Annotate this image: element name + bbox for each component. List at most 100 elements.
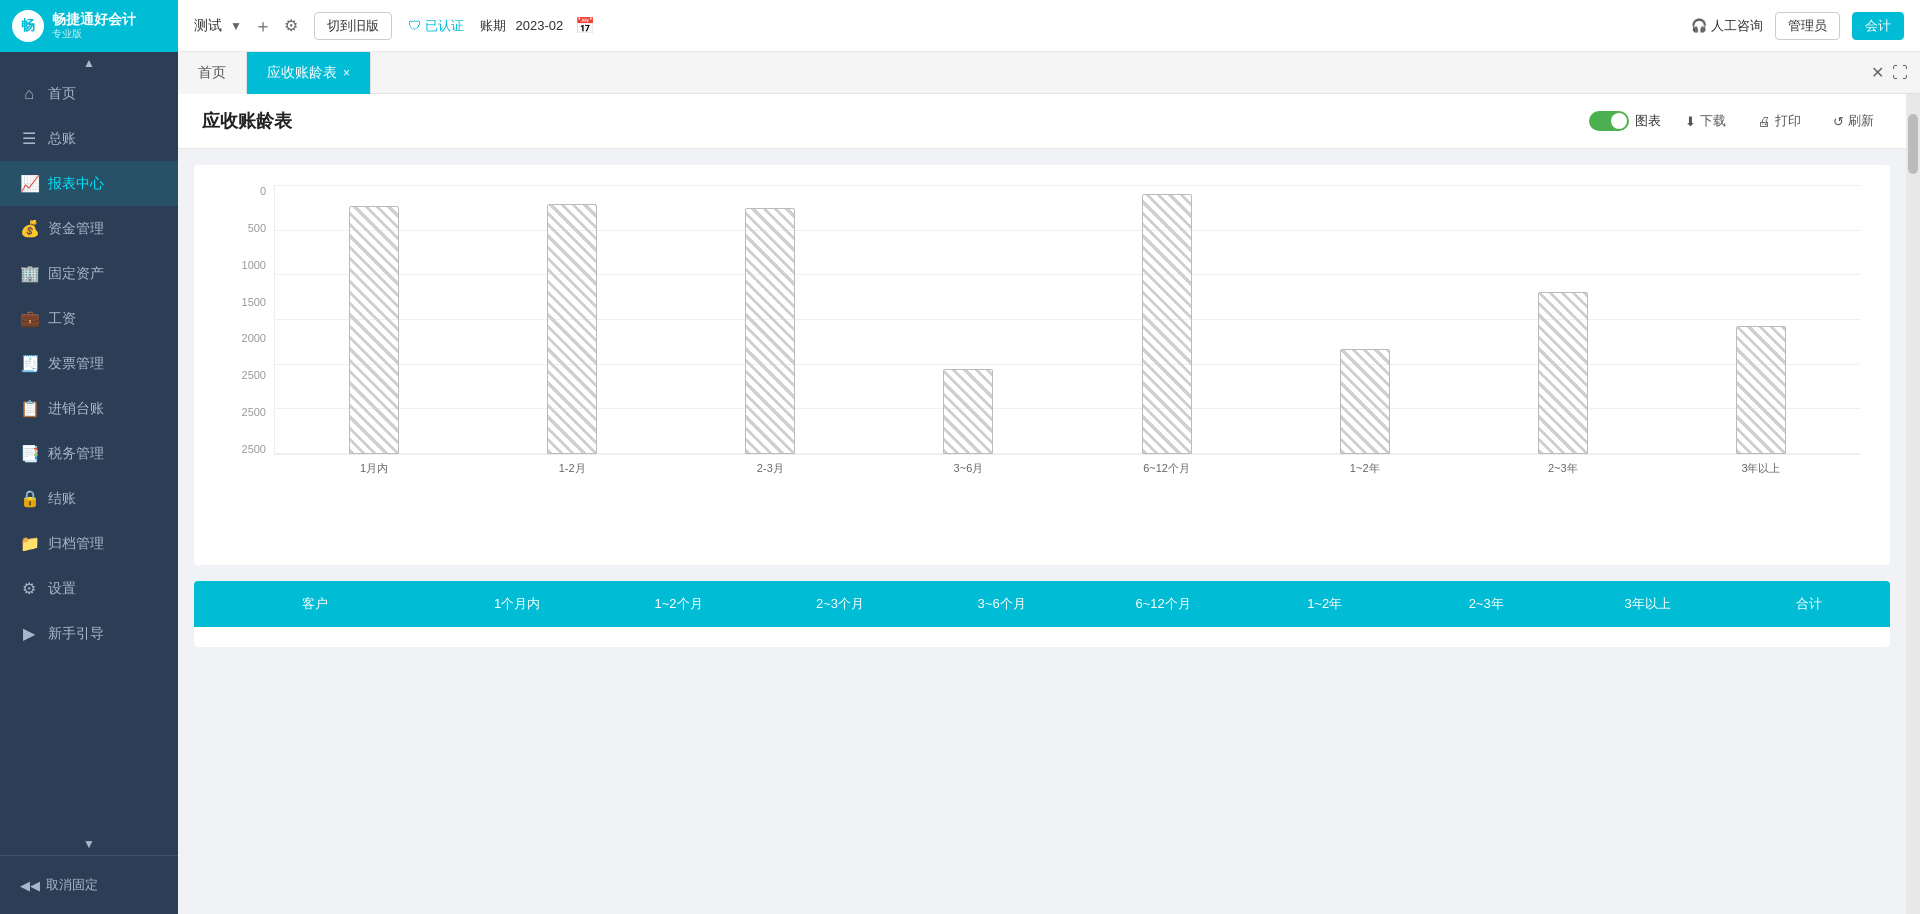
close-tab-action-icon[interactable]: ✕ <box>1871 63 1884 82</box>
sidebar-item-guide[interactable]: ▶ 新手引导 <box>0 611 178 656</box>
table-container: 客户 1个月内 1~2个月 2~3个月 3~6个月 6~12个月 1~2年 2~… <box>194 581 1890 647</box>
toggle-track[interactable] <box>1589 111 1629 131</box>
th-3plus-years: 3年以上 <box>1567 581 1729 627</box>
bar-6-12months <box>1142 194 1192 454</box>
sidebar-nav: ⌂ 首页 ☰ 总账 📈 报表中心 💰 资金管理 🏢 固定资产 💼 工资 🧾 发票… <box>0 72 178 835</box>
expand-tab-action-icon[interactable]: ⛶ <box>1892 64 1908 82</box>
scroll-down-arrow[interactable]: ▼ <box>83 837 95 851</box>
sidebar-item-assets[interactable]: 🏢 固定资产 <box>0 251 178 296</box>
sidebar-item-label: 归档管理 <box>48 535 104 553</box>
trade-icon: 📋 <box>20 399 38 418</box>
shield-icon: 🛡 <box>408 18 421 33</box>
consult-button[interactable]: 🎧 人工咨询 <box>1691 17 1763 35</box>
chart-container: 2500 2500 2500 2000 1500 1000 500 0 <box>194 165 1890 565</box>
sidebar-bottom: ◀◀ 取消固定 <box>0 855 178 914</box>
certified-badge: 🛡 已认证 <box>408 17 464 35</box>
assets-icon: 🏢 <box>20 264 38 283</box>
accountant-role-button[interactable]: 会计 <box>1852 12 1904 40</box>
bar-label-3plus-years: 3年以上 <box>1741 461 1780 476</box>
company-settings-icon[interactable]: ⚙ <box>284 16 298 35</box>
tab-home[interactable]: 首页 <box>178 52 247 94</box>
y-label-2500b: 2500 <box>224 443 274 455</box>
bar-label-3-6months: 3~6月 <box>954 461 984 476</box>
y-label-2500c: 2500 <box>224 369 274 381</box>
sidebar-item-settings[interactable]: ⚙ 设置 <box>0 566 178 611</box>
chart-y-axis: 2500 2500 2500 2000 1500 1000 500 0 <box>224 185 274 455</box>
bar-group-6-12months: 6~12个月 <box>1142 194 1192 454</box>
sidebar-item-ledger[interactable]: ☰ 总账 <box>0 116 178 161</box>
th-6-12months: 6~12个月 <box>1082 581 1244 627</box>
sidebar-item-wages[interactable]: 💼 工资 <box>0 296 178 341</box>
y-label-2500a: 2500 <box>224 406 274 418</box>
bar-3plus-years <box>1736 326 1786 454</box>
sidebar-item-label: 新手引导 <box>48 625 104 643</box>
scroll-up-arrow[interactable]: ▲ <box>83 56 95 70</box>
gridline-5 <box>275 408 1860 409</box>
sidebar-item-trade[interactable]: 📋 进销台账 <box>0 386 178 431</box>
archive-icon: 📁 <box>20 534 38 553</box>
bar-label-2-3months: 2-3月 <box>757 461 784 476</box>
refresh-button[interactable]: ↺ 刷新 <box>1825 108 1882 134</box>
app-name: 畅捷通好会计 <box>52 11 136 28</box>
tabbar: 首页 应收账龄表 × ✕ ⛶ <box>178 52 1920 94</box>
main-area: 测试 ▼ ＋ ⚙ 切到旧版 🛡 已认证 账期 2023-02 📅 🎧 人工咨询 … <box>178 0 1920 914</box>
sidebar-item-label: 报表中心 <box>48 175 104 193</box>
table-header: 客户 1个月内 1~2个月 2~3个月 3~6个月 6~12个月 1~2年 2~… <box>194 581 1890 627</box>
sidebar-item-reports[interactable]: 📈 报表中心 <box>0 161 178 206</box>
gridline-1 <box>275 230 1860 231</box>
print-button[interactable]: 🖨 打印 <box>1750 108 1809 134</box>
scrollbar-thumb[interactable] <box>1908 114 1918 174</box>
switch-version-button[interactable]: 切到旧版 <box>314 12 392 40</box>
content-scroll: 应收账龄表 图表 ⬇ 下载 🖨 打印 <box>178 94 1906 914</box>
home-icon: ⌂ <box>20 85 38 103</box>
tax-icon: 📑 <box>20 444 38 463</box>
sidebar-item-label: 设置 <box>48 580 76 598</box>
page-actions: 图表 ⬇ 下载 🖨 打印 ↺ 刷新 <box>1589 108 1882 134</box>
cancel-fixed-button[interactable]: ◀◀ 取消固定 <box>0 866 178 904</box>
bar-label-1-2months: 1-2月 <box>559 461 586 476</box>
add-company-button[interactable]: ＋ <box>254 14 272 38</box>
company-dropdown-icon[interactable]: ▼ <box>230 19 242 33</box>
sidebar-item-tax[interactable]: 📑 税务管理 <box>0 431 178 476</box>
toggle-thumb <box>1611 113 1627 129</box>
chart-toggle-label: 图表 <box>1635 112 1661 130</box>
sidebar-item-label: 结账 <box>48 490 76 508</box>
company-name: 测试 <box>194 17 222 35</box>
funds-icon: 💰 <box>20 219 38 238</box>
bar-1-2months <box>547 204 597 454</box>
download-button[interactable]: ⬇ 下载 <box>1677 108 1734 134</box>
y-label-500: 500 <box>224 222 274 234</box>
gridline-2 <box>275 274 1860 275</box>
period-label: 账期 2023-02 <box>480 17 563 35</box>
tab-accounts-aging[interactable]: 应收账龄表 × <box>247 52 371 94</box>
sidebar-item-funds[interactable]: 💰 资金管理 <box>0 206 178 251</box>
bar-group-1-2years: 1~2年 <box>1340 349 1390 454</box>
manager-role-button[interactable]: 管理员 <box>1775 12 1840 40</box>
sidebar: 畅 畅捷通好会计 专业版 ▲ ⌂ 首页 ☰ 总账 📈 报表中心 💰 资金管理 🏢… <box>0 0 178 914</box>
bar-chart: 2500 2500 2500 2000 1500 1000 500 0 <box>224 185 1860 485</box>
sidebar-item-close[interactable]: 🔒 结账 <box>0 476 178 521</box>
chart-toggle[interactable]: 图表 <box>1589 111 1661 131</box>
sidebar-item-label: 发票管理 <box>48 355 104 373</box>
tab-actions: ✕ ⛶ <box>1859 63 1920 82</box>
th-1-2years: 1~2年 <box>1244 581 1406 627</box>
bar-2-3years <box>1538 292 1588 454</box>
tab-close-button[interactable]: × <box>343 66 350 80</box>
sidebar-item-label: 固定资产 <box>48 265 104 283</box>
right-scrollbar[interactable] <box>1906 94 1920 914</box>
gridline-top <box>275 185 1860 186</box>
th-3-6months: 3~6个月 <box>921 581 1083 627</box>
calendar-icon[interactable]: 📅 <box>575 16 595 35</box>
sidebar-item-label: 资金管理 <box>48 220 104 238</box>
app-edition: 专业版 <box>52 27 136 41</box>
invoices-icon: 🧾 <box>20 354 38 373</box>
topbar-right: 🎧 人工咨询 管理员 会计 <box>1691 12 1904 40</box>
sidebar-item-label: 工资 <box>48 310 76 328</box>
sidebar-item-invoices[interactable]: 🧾 发票管理 <box>0 341 178 386</box>
sidebar-item-home[interactable]: ⌂ 首页 <box>0 72 178 116</box>
chart-plot-area: 1月内 1-2月 2-3月 <box>274 185 1860 455</box>
gridline-3 <box>275 319 1860 320</box>
bar-2-3months <box>745 208 795 454</box>
logo-text-block: 畅捷通好会计 专业版 <box>52 11 136 42</box>
sidebar-item-archive[interactable]: 📁 归档管理 <box>0 521 178 566</box>
